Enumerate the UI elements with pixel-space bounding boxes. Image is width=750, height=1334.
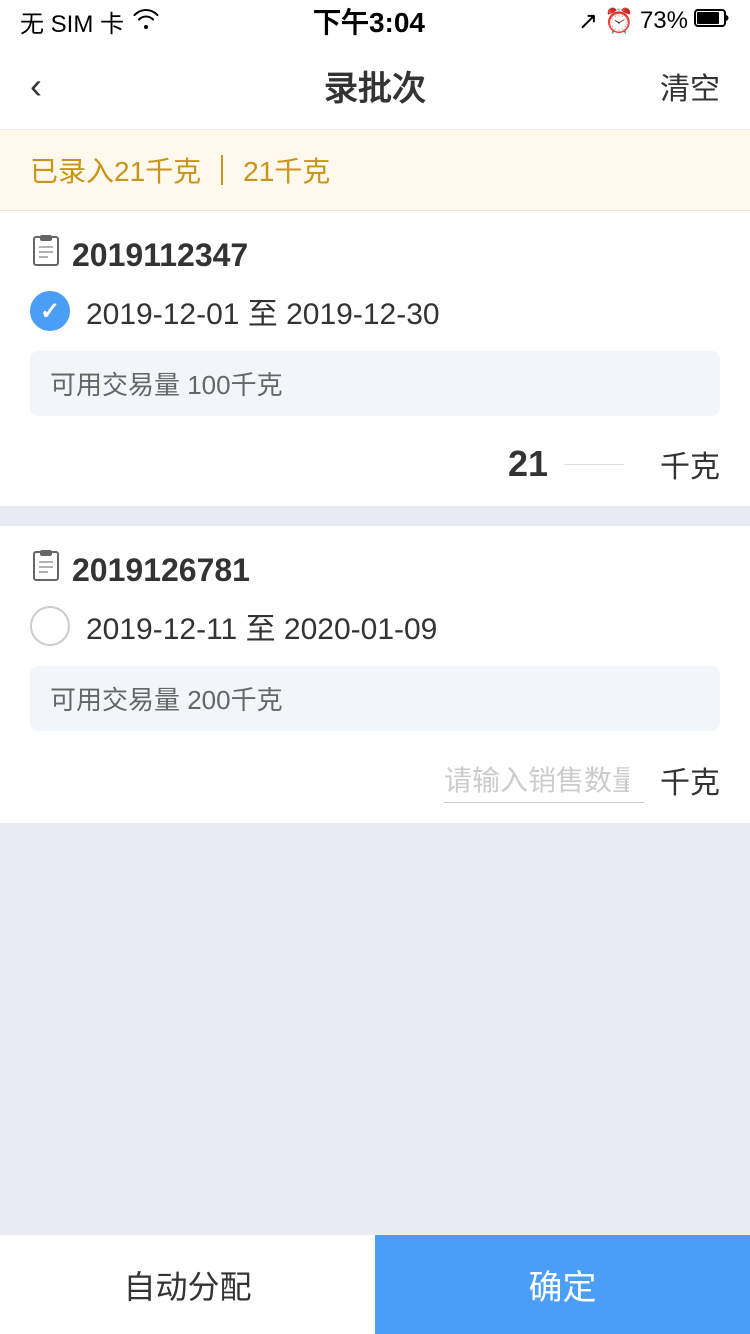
- sim-status: 无 SIM 卡: [20, 4, 124, 39]
- bottom-actions: 自动分配 确定: [0, 1234, 750, 1334]
- batch2-qty-unit: 千克: [660, 758, 720, 802]
- batch-card-1: 2019112347 ✓ 2019-12-01 至 2019-12-30 可用交…: [0, 211, 750, 506]
- gray-area: [0, 823, 750, 1263]
- recorded-amount: 已录入21千克: [30, 150, 201, 190]
- batch1-qty-value: 21: [508, 443, 548, 485]
- status-bar: 无 SIM 卡 下午3:04 ↗ ⏰ 73%: [0, 0, 750, 42]
- battery-level: 73%: [640, 7, 688, 35]
- auto-distribute-button[interactable]: 自动分配: [0, 1235, 375, 1334]
- wifi-icon: [132, 7, 160, 36]
- page-title: 录批次: [324, 61, 426, 110]
- batch1-icon: [30, 235, 62, 275]
- alarm-icon: ⏰: [604, 7, 634, 36]
- batch2-qty-input[interactable]: [444, 757, 644, 803]
- total-amount: 21千克: [243, 150, 330, 190]
- battery-icon: [694, 7, 730, 35]
- batch1-qty-row: 21 千克: [0, 432, 750, 506]
- batch2-id: 2019126781: [72, 552, 250, 589]
- location-icon: ↗: [578, 7, 598, 36]
- batch1-id: 2019112347: [72, 237, 248, 274]
- info-banner: 已录入21千克 21千克: [0, 130, 750, 211]
- batch2-radio[interactable]: [30, 606, 70, 646]
- batch1-date: 2019-12-01 至 2019-12-30: [86, 289, 440, 333]
- batch1-header: 2019112347: [0, 211, 750, 285]
- batch1-check-icon: ✓: [40, 297, 60, 326]
- status-bar-right: ↗ ⏰ 73%: [578, 7, 730, 36]
- banner-divider: [221, 155, 223, 185]
- back-button[interactable]: ‹: [30, 65, 42, 107]
- batch1-qty-unit: 千克: [660, 442, 720, 486]
- clear-button[interactable]: 清空: [660, 64, 720, 108]
- batch-card-2: 2019126781 2019-12-11 至 2020-01-09 可用交易量…: [0, 526, 750, 823]
- batch1-available-qty: 可用交易量 100千克: [30, 351, 720, 416]
- batch2-qty-row: 千克: [0, 747, 750, 823]
- batch2-icon: [30, 550, 62, 590]
- nav-bar: ‹ 录批次 清空: [0, 42, 750, 130]
- batch2-available-qty: 可用交易量 200千克: [30, 666, 720, 731]
- batch2-date: 2019-12-11 至 2020-01-09: [86, 604, 437, 648]
- status-bar-time: 下午3:04: [313, 1, 425, 41]
- batch1-radio[interactable]: ✓: [30, 291, 70, 331]
- batch2-header: 2019126781: [0, 526, 750, 600]
- section-separator: [0, 506, 750, 526]
- confirm-button[interactable]: 确定: [375, 1235, 750, 1334]
- batch1-date-row[interactable]: ✓ 2019-12-01 至 2019-12-30: [0, 285, 750, 343]
- status-bar-left: 无 SIM 卡: [20, 4, 160, 39]
- batch2-date-row[interactable]: 2019-12-11 至 2020-01-09: [0, 600, 750, 658]
